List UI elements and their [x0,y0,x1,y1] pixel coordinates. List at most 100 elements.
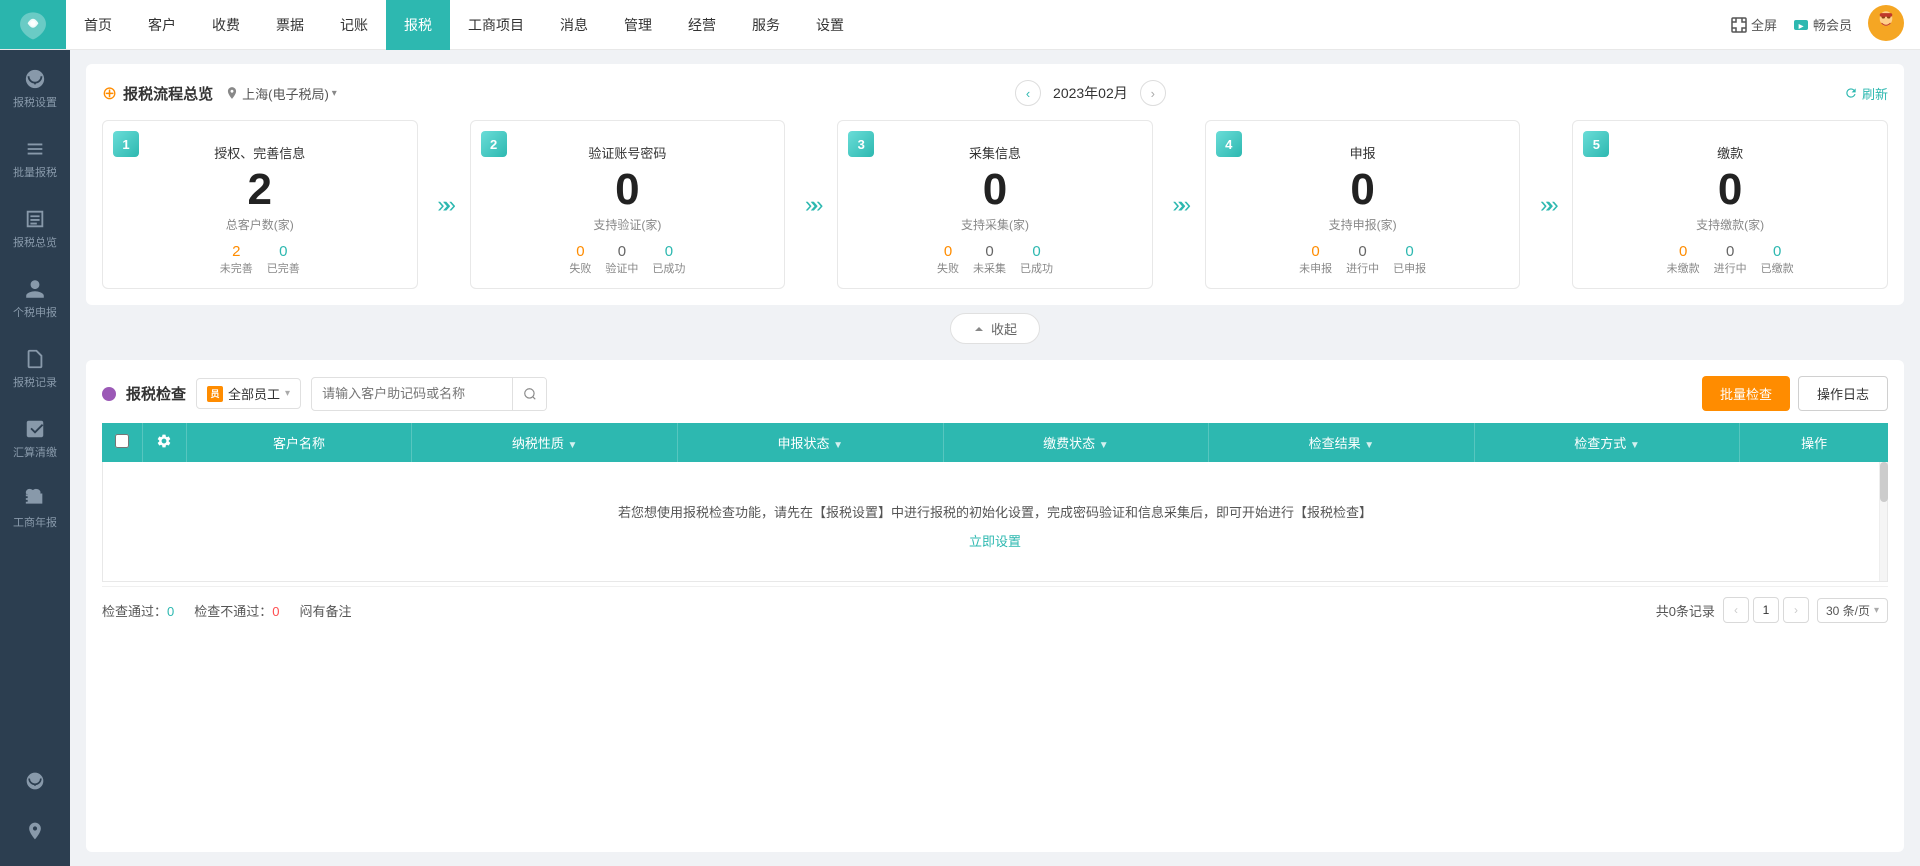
nav-item-收费[interactable]: 收费 [194,0,258,50]
collapse-button[interactable]: 收起 [950,313,1040,344]
search-button[interactable] [512,378,546,410]
table-header-row: 客户名称 纳税性质 ▼ 申报状态 ▼ 缴费状态 ▼ [102,423,1888,462]
employee-filter[interactable]: 员 全部员工 ▾ [196,378,301,409]
nav-item-经营[interactable]: 经营 [670,0,734,50]
nav-item-票据[interactable]: 票据 [258,0,322,50]
th-customer-name: 客户名称 [186,423,412,462]
page-size-value: 30 条/页 [1826,602,1870,619]
sidebar: 报税设置 批量报税 报税总览 个税申报 报税记录 汇算清缴 工商年报 [0,50,70,866]
top-nav: 首页客户收费票据记账报税工商项目消息管理经营服务设置 全屏 ▶ 畅会员 [66,0,1920,49]
stat: 0已缴款 [1761,243,1794,276]
operation-log-button[interactable]: 操作日志 [1798,376,1888,411]
step-card-1: 2 验证账号密码 0 支持验证(家) 0失败0验证中0已成功 [470,120,786,289]
sidebar-item-报税总览[interactable]: 报税总览 [0,194,70,264]
process-title-icon: ⊕ [102,83,117,104]
sidebar-item-汇算清缴[interactable]: 汇算清缴 [0,404,70,474]
search-input[interactable] [312,380,512,407]
stat: 0已申报 [1393,243,1426,276]
step-big-num-0: 2 [248,168,272,212]
nav-item-服务[interactable]: 服务 [734,0,798,50]
stat: 0验证中 [605,243,638,276]
fullscreen-button[interactable]: 全屏 [1731,15,1777,34]
sidebar-download[interactable] [0,758,70,804]
nav-item-消息[interactable]: 消息 [542,0,606,50]
stat: 0已成功 [1020,243,1053,276]
step-big-num-2: 0 [983,168,1007,212]
step-card-4: 5 缴款 0 支持缴款(家) 0未缴款0进行中0已缴款 [1572,120,1888,289]
empty-state: 若您想使用报税检查功能，请先在【报税设置】中进行报税的初始化设置，完成密码验证和… [103,462,1887,580]
nav-right: 全屏 ▶ 畅会员 [1731,0,1920,49]
step-arrow-2: »» [785,120,837,289]
nav-item-客户[interactable]: 客户 [130,0,194,50]
sidebar-item-个税申报[interactable]: 个税申报 [0,264,70,334]
step-desc-4: 支持缴款(家) [1696,216,1764,233]
next-month-btn[interactable]: › [1140,80,1166,106]
employee-filter-label: 全部员工 [228,384,280,403]
refresh-button[interactable]: 刷新 [1844,84,1888,103]
next-page-btn[interactable]: › [1783,597,1809,623]
step-stats-2: 0失败0未采集0已成功 [937,243,1053,276]
nav-item-工商项目[interactable]: 工商项目 [450,0,542,50]
select-all-checkbox[interactable] [115,434,129,448]
avatar[interactable] [1868,5,1904,44]
step-big-num-1: 0 [615,168,639,212]
gear-icon[interactable] [156,433,172,449]
th-check-method: 检查方式 ▼ [1474,423,1740,462]
chevron-down-icon: ▾ [332,88,337,99]
sidebar-item-报税记录[interactable]: 报税记录 [0,334,70,404]
setup-link[interactable]: 立即设置 [969,531,1021,550]
step-title-0: 授权、完善信息 [214,143,305,162]
stat: 2未完善 [220,243,253,276]
location-text: 上海(电子税局) [242,84,329,103]
step-title-1: 验证账号密码 [588,143,666,162]
stat: 0已成功 [652,243,685,276]
page-number: 1 [1753,597,1779,623]
step-stats-1: 0失败0验证中0已成功 [569,243,685,276]
nav-item-管理[interactable]: 管理 [606,0,670,50]
sidebar-item-批量报税[interactable]: 批量报税 [0,124,70,194]
content-area: ⊕ 报税流程总览 上海(电子税局) ▾ ‹ 2023年02月 › 刷新 [70,50,1920,866]
collapse-label: 收起 [991,319,1017,338]
nav-item-记账[interactable]: 记账 [322,0,386,50]
step-stats-4: 0未缴款0进行中0已缴款 [1667,243,1794,276]
fail-count[interactable]: 0 [272,604,279,619]
nav-item-设置[interactable]: 设置 [798,0,862,50]
tax-check-table: 客户名称 纳税性质 ▼ 申报状态 ▼ 缴费状态 ▼ [102,423,1888,462]
step-desc-3: 支持申报(家) [1329,216,1397,233]
stat: 0失败 [937,243,959,276]
scrollbar-track[interactable] [1879,462,1887,581]
step-desc-2: 支持采集(家) [961,216,1029,233]
step-num-1: 2 [481,131,507,157]
page-size-selector[interactable]: 30 条/页 ▾ [1817,598,1888,623]
page-size-arrow: ▾ [1874,605,1879,616]
pass-count[interactable]: 0 [167,604,174,619]
sidebar-item-报税设置[interactable]: 报税设置 [0,54,70,124]
prev-month-btn[interactable]: ‹ [1015,80,1041,106]
empty-message: 若您想使用报税检查功能，请先在【报税设置】中进行报税的初始化设置，完成密码验证和… [618,502,1372,521]
process-title: 报税流程总览 [123,83,213,104]
th-operation: 操作 [1740,423,1888,462]
nav-item-报税[interactable]: 报税 [386,0,450,50]
nav-item-首页[interactable]: 首页 [66,0,130,50]
table-body-area: 若您想使用报税检查功能，请先在【报税设置】中进行报税的初始化设置，完成密码验证和… [102,462,1888,582]
sidebar-item-工商年报[interactable]: 工商年报 [0,474,70,544]
step-desc-0: 总客户数(家) [226,216,294,233]
pagination: ‹ 1 › [1723,597,1809,623]
location-selector[interactable]: 上海(电子税局) ▾ [225,84,337,103]
step-card-0: 1 授权、完善信息 2 总客户数(家) 2未完善0已完善 [102,120,418,289]
step-big-num-3: 0 [1350,168,1374,212]
tax-check-table-container: 客户名称 纳税性质 ▼ 申报状态 ▼ 缴费状态 ▼ [102,423,1888,582]
sidebar-location[interactable] [0,808,70,854]
step-arrow-4: »» [1520,120,1572,289]
search-box [311,377,547,411]
vip-label: 畅会员 [1813,15,1852,34]
total-records: 共0条记录 [1656,601,1715,620]
vip-button[interactable]: ▶ 畅会员 [1793,15,1852,34]
step-num-3: 4 [1216,131,1242,157]
collapse-bar: 收起 [86,313,1904,344]
note-badge: 闷有备注 [300,601,352,620]
batch-check-button[interactable]: 批量检查 [1702,376,1790,411]
scrollbar-thumb[interactable] [1880,462,1888,502]
prev-page-btn[interactable]: ‹ [1723,597,1749,623]
tax-check-title: 报税检查 [126,383,186,404]
